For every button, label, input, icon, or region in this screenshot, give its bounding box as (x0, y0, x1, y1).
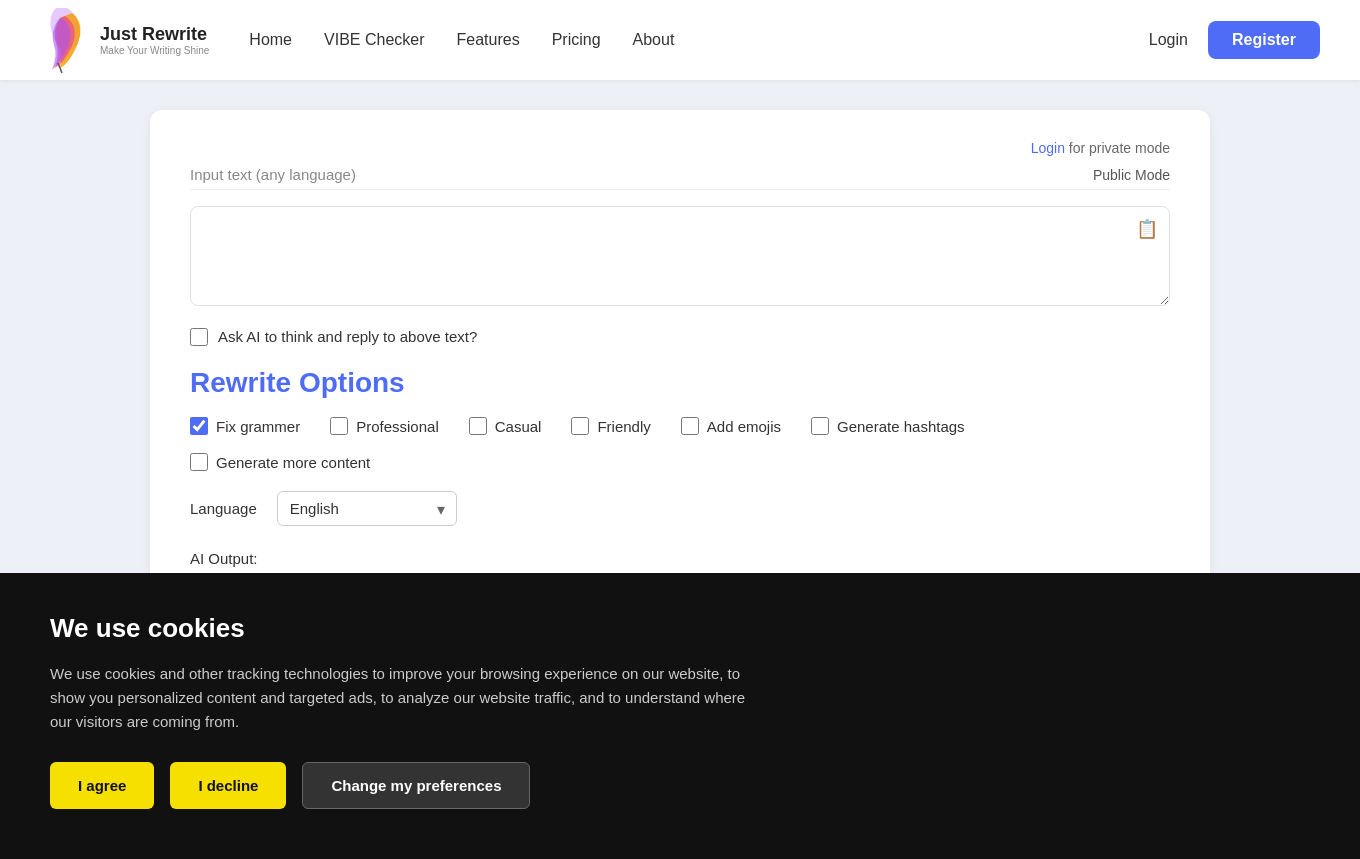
professional-label[interactable]: Professional (356, 418, 439, 435)
option-casual: Casual (469, 417, 542, 435)
language-select-wrapper: English Spanish French German Italian Po… (277, 491, 457, 526)
brand-icon (40, 8, 90, 73)
nav-about[interactable]: About (633, 31, 675, 48)
nav-features[interactable]: Features (457, 31, 520, 48)
friendly-label[interactable]: Friendly (597, 418, 650, 435)
rewrite-options-grid: Fix grammer Professional Casual Friendly… (190, 417, 1170, 471)
nav-pricing[interactable]: Pricing (552, 31, 601, 48)
login-button[interactable]: Login (1149, 31, 1188, 49)
main-textarea[interactable] (190, 206, 1170, 306)
input-header: Input text (any language) Public Mode (190, 166, 1170, 190)
casual-checkbox[interactable] (469, 417, 487, 435)
generate-more-content-label[interactable]: Generate more content (216, 454, 370, 471)
ai-think-label[interactable]: Ask AI to think and reply to above text? (218, 326, 477, 347)
option-friendly: Friendly (571, 417, 650, 435)
ai-think-checkbox-row: Ask AI to think and reply to above text? (190, 326, 1170, 347)
private-mode-bar: Login for private mode (190, 140, 1170, 156)
add-emojis-checkbox[interactable] (681, 417, 699, 435)
navbar: Just Rewrite Make Your Writing Shine Hom… (0, 0, 1360, 80)
cookie-decline-button[interactable]: I decline (170, 762, 286, 809)
option-generate-more: Generate more content (190, 453, 370, 471)
option-fix-grammar: Fix grammer (190, 417, 300, 435)
input-label: Input text (any language) (190, 166, 356, 183)
register-button[interactable]: Register (1208, 21, 1320, 59)
paste-icon: 📋 (1136, 218, 1158, 240)
fix-grammar-checkbox[interactable] (190, 417, 208, 435)
ai-output-label: AI Output: (190, 550, 1170, 567)
add-emojis-label[interactable]: Add emojis (707, 418, 781, 435)
language-select[interactable]: English Spanish French German Italian Po… (277, 491, 457, 526)
fix-grammar-label[interactable]: Fix grammer (216, 418, 300, 435)
casual-label[interactable]: Casual (495, 418, 542, 435)
navbar-actions: Login Register (1149, 21, 1320, 59)
cookie-text: We use cookies and other tracking techno… (50, 662, 750, 734)
cookie-agree-button[interactable]: I agree (50, 762, 154, 809)
language-label: Language (190, 500, 257, 517)
professional-checkbox[interactable] (330, 417, 348, 435)
nav-links: Home VIBE Checker Features Pricing About (249, 31, 1148, 49)
private-mode-text: Login for private mode (1031, 140, 1170, 156)
nav-home[interactable]: Home (249, 31, 292, 48)
cookie-banner: We use cookies We use cookies and other … (0, 573, 1360, 859)
cookie-change-prefs-button[interactable]: Change my preferences (302, 762, 530, 809)
public-mode-badge: Public Mode (1093, 167, 1170, 183)
generate-more-content-checkbox[interactable] (190, 453, 208, 471)
option-generate-hashtags: Generate hashtags (811, 417, 965, 435)
private-mode-login-link[interactable]: Login (1031, 140, 1065, 156)
brand-tagline: Make Your Writing Shine (100, 45, 209, 56)
friendly-checkbox[interactable] (571, 417, 589, 435)
option-professional: Professional (330, 417, 439, 435)
generate-hashtags-checkbox[interactable] (811, 417, 829, 435)
brand-name: Just Rewrite (100, 24, 209, 46)
language-row: Language English Spanish French German I… (190, 491, 1170, 526)
option-add-emojis: Add emojis (681, 417, 781, 435)
rewrite-options-title: Rewrite Options (190, 367, 1170, 399)
brand-logo-link[interactable]: Just Rewrite Make Your Writing Shine (40, 8, 209, 73)
generate-hashtags-label[interactable]: Generate hashtags (837, 418, 965, 435)
nav-vibe-checker[interactable]: VIBE Checker (324, 31, 424, 48)
text-area-wrapper: 📋 (190, 206, 1170, 310)
cookie-buttons: I agree I decline Change my preferences (50, 762, 1310, 809)
cookie-title: We use cookies (50, 613, 1310, 644)
ai-think-checkbox[interactable] (190, 328, 208, 346)
